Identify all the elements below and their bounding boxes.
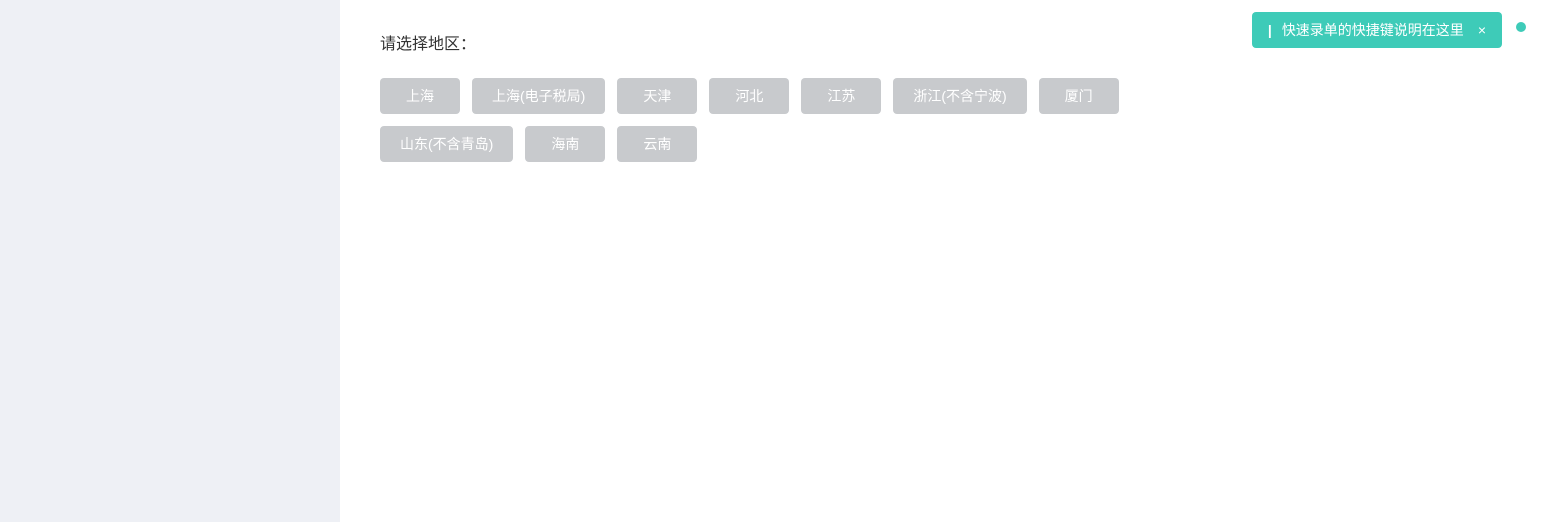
- tooltip-banner: 快速录单的快捷键说明在这里 ×: [1252, 12, 1502, 48]
- region-btn-hainan[interactable]: 海南: [525, 126, 605, 162]
- tooltip-text: 快速录单的快捷键说明在这里: [1282, 20, 1464, 40]
- region-btn-hebei[interactable]: 河北: [709, 78, 789, 114]
- region-btn-jiangsu[interactable]: 江苏: [801, 78, 881, 114]
- region-btn-shanghai-etax[interactable]: 上海(电子税局): [472, 78, 605, 114]
- region-btn-tianjin[interactable]: 天津: [617, 78, 697, 114]
- left-sidebar: [0, 0, 340, 522]
- region-row-1: 上海 上海(电子税局) 天津 河北 江苏 浙江(不含宁波) 厦门: [380, 78, 1522, 114]
- region-btn-shanghai[interactable]: 上海: [380, 78, 460, 114]
- region-btn-shandong[interactable]: 山东(不含青岛): [380, 126, 513, 162]
- region-btn-yunnan[interactable]: 云南: [617, 126, 697, 162]
- main-content: 请选择地区： 上海 上海(电子税局) 天津 河北 江苏 浙江(不含宁波) 厦门 …: [340, 0, 1562, 522]
- tooltip-dot: [1516, 22, 1526, 32]
- region-btn-xiamen[interactable]: 厦门: [1039, 78, 1119, 114]
- region-row-2: 山东(不含青岛) 海南 云南: [380, 126, 1522, 162]
- region-btn-zhejiang[interactable]: 浙江(不含宁波): [893, 78, 1026, 114]
- tooltip-close-button[interactable]: ×: [1478, 22, 1486, 38]
